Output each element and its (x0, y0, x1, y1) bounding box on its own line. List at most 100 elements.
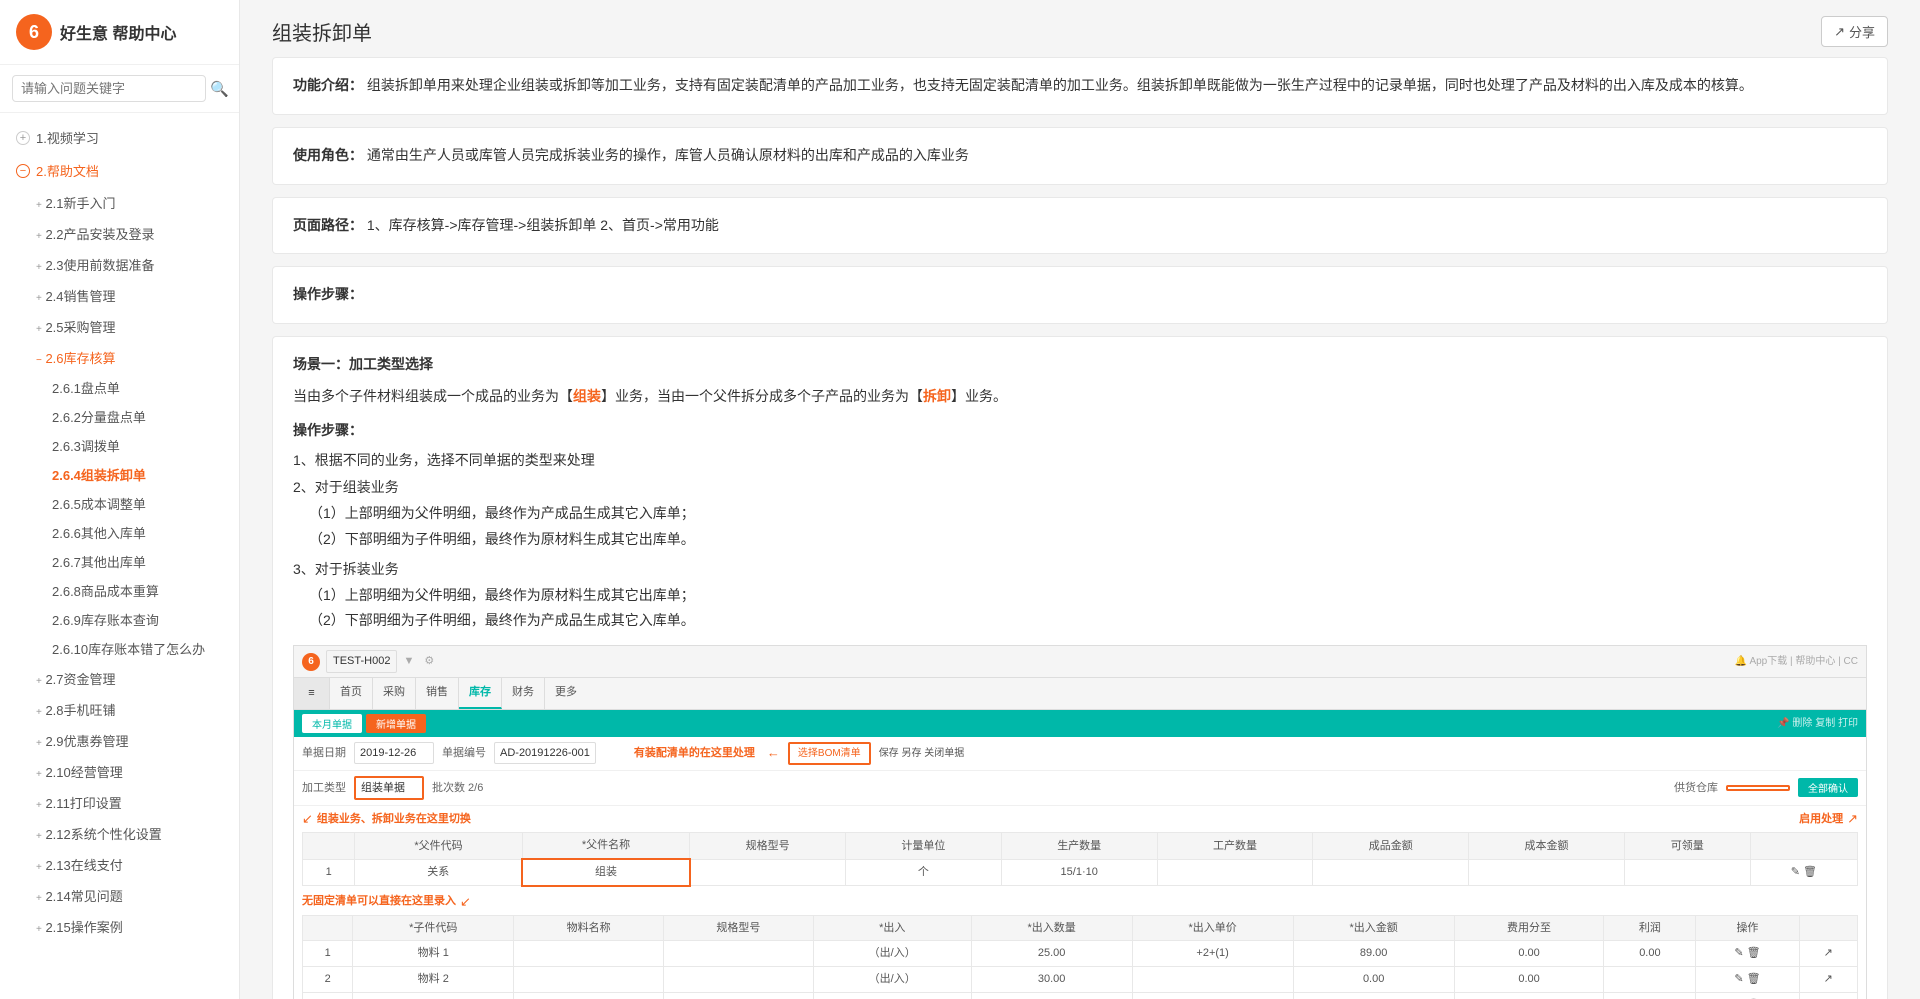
sim-annotation-row1: ↙ 组装业务、拆卸业务在这里切换 启用处理 ↗ (294, 806, 1866, 832)
annotation3: 启用处理 (1799, 810, 1843, 829)
sidebar-helplist: + 2.1新手入门 + 2.2产品安装及登录 + 2.3使用前数据准备 + 2.… (0, 187, 239, 942)
sim-top-r1-c6 (1157, 859, 1313, 886)
sim-b-r1-c4: （出/入） (813, 941, 971, 967)
sim-top-r1-c1: 关系 (355, 859, 522, 886)
sidebar-item-mobile[interactable]: + 2.8手机旺铺 (0, 694, 239, 725)
arrow1: ← (767, 742, 780, 764)
sim-form-row1: 单据日期 2019-12-26 单据编号 AD-20191226-001 有装配… (294, 737, 1866, 771)
sim-b-r2-c8: 0.00 (1454, 967, 1604, 993)
sim-nav-home[interactable]: 首页 (330, 678, 373, 709)
sim-b-r3-c10: ✎ 🗑 (1696, 992, 1799, 999)
sidebar-item-print[interactable]: + 2.11打印设置 (0, 787, 239, 818)
sim-b-r3-c5 (971, 992, 1132, 999)
sim-topright: 🔔 App下载 | 帮助中心 | CC (1735, 653, 1858, 670)
sim-col-name: *父件名称 (522, 833, 689, 859)
expand-icon-2-8: + (36, 707, 42, 718)
sidebar-item-inventory[interactable]: − 2.6库存核算 (0, 342, 239, 373)
search-area[interactable]: 🔍 (0, 65, 239, 113)
sidebar-item-faq[interactable]: + 2.14常见问题 (0, 880, 239, 911)
sidebar-item-payment[interactable]: + 2.13在线支付 (0, 849, 239, 880)
annotation2: 组装业务、拆卸业务在这里切换 (317, 810, 471, 829)
sidebar-item-other-in[interactable]: 2.6.6其他入库单 (0, 518, 239, 547)
sidebar-item-install[interactable]: + 2.2产品安装及登录 (0, 218, 239, 249)
sim-b-col-check (303, 915, 353, 941)
sim-col-spec: 规格型号 (690, 833, 846, 859)
expand-icon-2-5: + (36, 324, 42, 335)
expand-icon-2-7: + (36, 676, 42, 687)
sim-top-r1-c5: 15/1·10 (1001, 859, 1157, 886)
search-icon[interactable]: 🔍 (210, 80, 229, 98)
sidebar-item-video[interactable]: + 1.视频学习 (0, 121, 239, 154)
sim-date-label: 单据日期 (302, 744, 346, 763)
sim-arrow-icon: ▼ (403, 652, 414, 671)
sim-nav-finance[interactable]: 财务 (502, 678, 545, 709)
sim-top-r1-c0: 1 (303, 859, 355, 886)
sim-b-r2-c0: 2 (303, 967, 353, 993)
sidebar-item-dataprep[interactable]: + 2.3使用前数据准备 (0, 249, 239, 280)
sim-bom-select-btn[interactable]: 选择BOM清单 (788, 742, 871, 765)
step2-sub1: （1）上部明细为父件明细，最终作为产成品生成其它入库单； (293, 502, 1867, 526)
sim-b-r1-c11: ↗ (1799, 941, 1858, 967)
search-input[interactable] (12, 75, 206, 102)
sim-b-r1-c3 (664, 941, 814, 967)
expand-icon-2-4: + (36, 293, 42, 304)
app-title: 好生意 帮助中心 (60, 20, 176, 44)
share-label: 分享 (1849, 22, 1875, 41)
sim-nav-more[interactable]: 更多 (545, 678, 587, 709)
sim-sidebar-toggle[interactable]: ≡ (294, 678, 330, 709)
sidebar-item-assembly[interactable]: 2.6.4组装拆卸单 (0, 460, 239, 489)
sim-nav-purchase[interactable]: 采购 (373, 678, 416, 709)
sidebar-item-transfer[interactable]: 2.6.3调拨单 (0, 431, 239, 460)
sim-b-r2-c11: ↗ (1799, 967, 1858, 993)
step3-text: 3、对于拆装业务 (293, 558, 1867, 582)
sim-btn-thismonth[interactable]: 本月单据 (302, 714, 362, 733)
sidebar-item-helpdocs[interactable]: − 2.帮助文档 (0, 154, 239, 187)
sim-nav-inventory[interactable]: 库存 (459, 678, 502, 709)
arrow3: ↗ (1847, 808, 1858, 830)
sidebar-item-newbie[interactable]: + 2.1新手入门 (0, 187, 239, 218)
sidebar-item-cases[interactable]: + 2.15操作案例 (0, 911, 239, 942)
sidebar-item-finance[interactable]: + 2.7资金管理 (0, 663, 239, 694)
function-intro-label: 功能介绍： (293, 77, 363, 93)
sim-nav-sales[interactable]: 销售 (416, 678, 459, 709)
expand-icon-1: + (16, 131, 30, 145)
step1-text: 1、根据不同的业务，选择不同单据的类型来处理 (293, 449, 1867, 473)
sidebar-item-coupon[interactable]: + 2.9优惠券管理 (0, 725, 239, 756)
app-logo: 6 (16, 14, 52, 50)
sidebar-item-cost-recalc[interactable]: 2.6.8商品成本重算 (0, 576, 239, 605)
step3-sub1: （1）上部明细为父件明细，最终作为原材料生成其它出库单； (293, 584, 1867, 608)
path-text: 1、库存核算->库存管理->组装拆卸单 2、首页->常用功能 (367, 217, 719, 233)
function-intro-text: 组装拆卸单用来处理企业组装或拆卸等加工业务，支持有固定装配清单的产品加工业务，也… (367, 77, 1753, 93)
sidebar-item-stocktake[interactable]: 2.6.1盘点单 (0, 373, 239, 402)
arrow4: ↙ (460, 891, 471, 913)
sidebar-item-customization[interactable]: + 2.12系统个性化设置 (0, 818, 239, 849)
sim-top-table-container: *父件代码 *父件名称 规格型号 计量单位 生产数量 工产数量 成品金额 成本金… (294, 832, 1866, 886)
sim-b-r2-c1: 物料 2 (353, 967, 514, 993)
sidebar-label-2: 2.帮助文档 (36, 161, 99, 180)
sidebar-item-purchase[interactable]: + 2.5采购管理 (0, 311, 239, 342)
sim-b-r1-c8: 0.00 (1454, 941, 1604, 967)
sim-confirm-btn[interactable]: 全部确认 (1798, 778, 1858, 797)
share-button[interactable]: ↗ 分享 (1821, 16, 1888, 47)
sim-b-col-ioamt: *出入金额 (1293, 915, 1454, 941)
sim-bot-row1: 1 物料 1 （出/入） 25.00 +2+(1) 89.00 0.00 0.0… (303, 941, 1858, 967)
step3-sub2: （2）下部明细为子件明细，最终作为产成品生成其它入库单。 (293, 609, 1867, 633)
sim-top-r1-c2-highlight: 组装 (522, 859, 689, 886)
sidebar-item-operations[interactable]: + 2.10经营管理 (0, 756, 239, 787)
share-icon: ↗ (1834, 24, 1845, 40)
sim-col-prod: 生产数量 (1001, 833, 1157, 859)
sidebar-item-cost-adj[interactable]: 2.6.5成本调整单 (0, 489, 239, 518)
sidebar-item-ledger[interactable]: 2.6.9库存账本查询 (0, 605, 239, 634)
sim-b-r3-c0: 3 (303, 992, 353, 999)
sim-b-col-profit: 利润 (1604, 915, 1696, 941)
sidebar-item-sales[interactable]: + 2.4销售管理 (0, 280, 239, 311)
sim-b-r1-c9: 0.00 (1604, 941, 1696, 967)
sidebar-item-other-out[interactable]: 2.6.7其他出库单 (0, 547, 239, 576)
expand-icon-2-1: + (36, 200, 42, 211)
sim-toolbar: 本月单据 新增单据 📌 删除 复制 打印 (294, 710, 1866, 737)
sim-annotation-row2: 无固定清单可以直接在这里录入 ↙ (294, 889, 1866, 915)
sim-btn-newbill[interactable]: 新增单据 (366, 714, 426, 733)
sidebar: 6 好生意 帮助中心 🔍 + 1.视频学习 − 2.帮助文档 + 2.1新手入门 (0, 0, 240, 999)
sidebar-item-split-stocktake[interactable]: 2.6.2分量盘点单 (0, 402, 239, 431)
sidebar-item-ledger-fix[interactable]: 2.6.10库存账本错了怎么办 (0, 634, 239, 663)
